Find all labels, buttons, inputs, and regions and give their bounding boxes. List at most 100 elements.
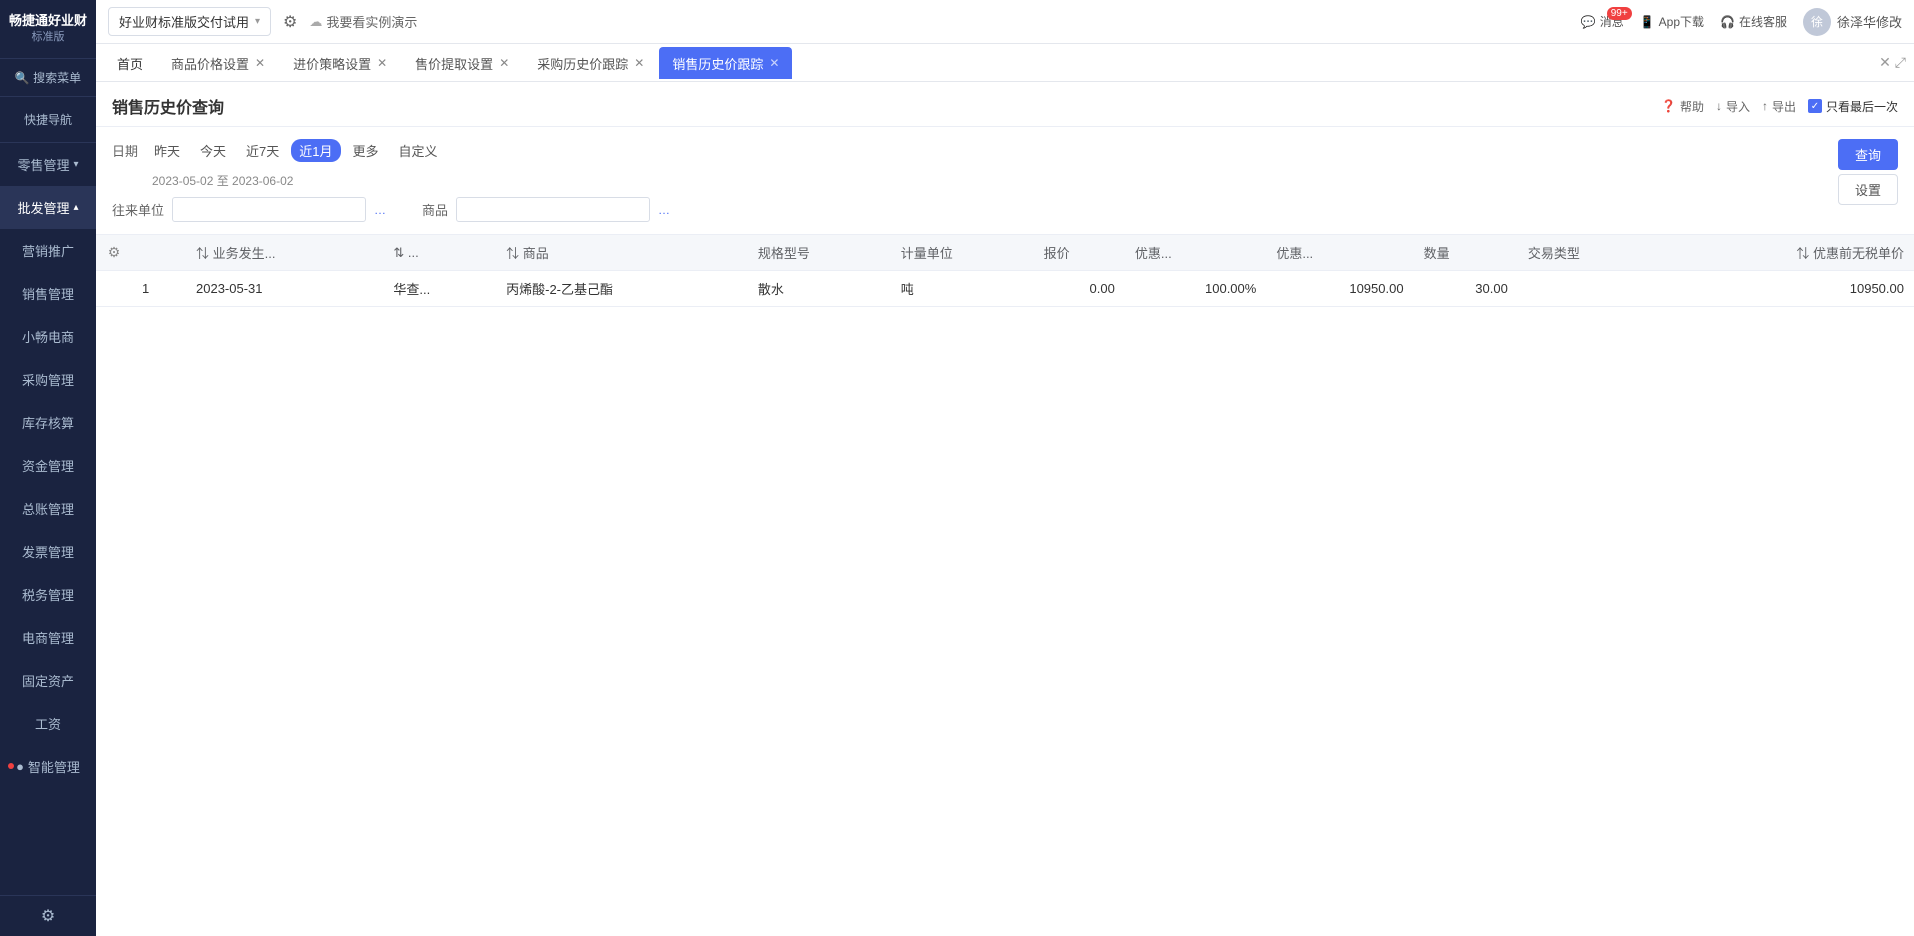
import-label: 导入 [1726,98,1750,115]
th-more[interactable]: ⇅ ... [383,235,496,271]
tab-purchase-history-label: 采购历史价跟踪 [537,54,628,73]
only-last-checkbox-group[interactable]: ✓ 只看最后一次 [1808,98,1898,115]
th-pre-tax-price: ⇅ 优惠前无税单价 [1661,235,1914,271]
td-unit: 吨 [891,271,1034,307]
tab-product-price-label: 商品价格设置 [171,54,249,73]
export-icon: ↑ [1762,99,1768,113]
wholesale-label: 批发管理 [17,198,69,217]
content-panel: 销售历史价查询 ❓ 帮助 ↓ 导入 ↑ 导出 ✓ [96,82,1914,936]
td-price: 0.00 [1034,271,1125,307]
topbar-settings-icon[interactable]: ⚙ [283,12,297,32]
module-selector[interactable]: 好业财标准版交付试用 ▾ [108,7,271,36]
tab-sale-extract-close-icon[interactable]: ✕ [499,56,509,70]
sidebar-item-wholesale[interactable]: 批发管理 ▴ [0,186,96,229]
date-opt-last1m[interactable]: 近1月 [291,139,340,162]
tab-sales-history-close-icon[interactable]: ✕ [769,56,779,70]
date-opt-yesterday[interactable]: 昨天 [146,139,188,162]
th-price-label: 报价 [1044,246,1070,261]
help-icon: ❓ [1661,99,1676,113]
mobile-icon: 📱 [1640,15,1655,29]
app-download-button[interactable]: 📱 App下载 [1640,13,1704,30]
sidebar-item-general-ledger[interactable]: 总账管理 [0,487,96,530]
app-download-label: App下载 [1659,13,1704,30]
smart-mgmt-dot: ● [16,759,24,774]
page-header-actions: ❓ 帮助 ↓ 导入 ↑ 导出 ✓ 只看最后一次 [1661,98,1898,115]
sidebar-item-capital[interactable]: 资金管理 [0,444,96,487]
messages-button[interactable]: 💬 消息 99+ [1581,13,1624,30]
payroll-label: 工资 [35,714,61,733]
th-product[interactable]: ⇅ 商品 [496,235,748,271]
sidebar-item-ecom-lite[interactable]: 小畅电商 [0,315,96,358]
tab-purchase-history[interactable]: 采购历史价跟踪 ✕ [524,47,657,79]
sidebar-item-marketing[interactable]: 营销推广 [0,229,96,272]
ecom-label: 电商管理 [22,628,74,647]
search-label: 搜索菜单 [33,71,81,85]
online-service-button[interactable]: 🎧 在线客服 [1720,13,1787,30]
help-button[interactable]: ❓ 帮助 [1661,98,1704,115]
demo-button[interactable]: ☁ 我要看实例演示 [309,12,1568,31]
column-settings-icon[interactable]: ⚙ [108,244,121,260]
date-opt-today[interactable]: 今天 [192,139,234,162]
tab-home[interactable]: 首页 [104,47,156,79]
sidebar-item-payroll[interactable]: 工资 [0,702,96,745]
sidebar-item-ecom[interactable]: 电商管理 [0,616,96,659]
source-unit-input[interactable] [172,197,366,222]
online-service-label: 在线客服 [1739,13,1787,30]
date-range-display: 2023-05-02 至 2023-06-02 [152,172,1814,189]
window-maximize-icon[interactable]: ⤢ [1895,54,1906,71]
window-close-icon[interactable]: ✕ [1879,54,1891,71]
th-index [132,235,186,271]
th-discount-pct: 优惠... [1125,235,1266,271]
tax-label: 税务管理 [22,585,74,604]
sidebar-item-retail[interactable]: 零售管理 ▾ [0,143,96,186]
table-row: 1 2023-05-31 华查... 丙烯酸-2-乙基己酯 散水 吨 0.00 … [96,271,1914,307]
tab-purchase-strategy-close-icon[interactable]: ✕ [377,56,387,70]
sidebar-item-purchase[interactable]: 采购管理 [0,358,96,401]
td-quantity: 30.00 [1414,271,1518,307]
date-opt-custom[interactable]: 自定义 [391,139,446,162]
export-button[interactable]: ↑ 导出 [1762,98,1796,115]
app-logo[interactable]: 畅捷通好业财 标准版 [0,0,96,59]
source-unit-input-group: … [172,197,390,222]
sidebar-search[interactable]: 🔍 搜索菜单 [0,59,96,97]
table-container: ⚙ ⇅ 业务发生... ⇅ ... [96,235,1914,307]
sidebar-item-tax[interactable]: 税务管理 [0,573,96,616]
product-input[interactable] [456,197,650,222]
tab-product-price-close-icon[interactable]: ✕ [255,56,265,70]
th-biz-date[interactable]: ⇅ 业务发生... [186,235,383,271]
td-discount-price: 10950.00 [1266,271,1413,307]
source-unit-more-btn[interactable]: … [370,199,390,221]
sidebar-item-inventory[interactable]: 库存核算 [0,401,96,444]
user-menu[interactable]: 徐 徐泽华修改 [1803,8,1902,36]
module-chevron-icon: ▾ [255,16,260,27]
sidebar-item-sales[interactable]: 销售管理 [0,272,96,315]
tab-sale-extract[interactable]: 售价提取设置 ✕ [402,47,522,79]
import-button[interactable]: ↓ 导入 [1716,98,1750,115]
sidebar-item-quick-nav[interactable]: 快捷导航 [0,103,96,136]
tab-purchase-strategy[interactable]: 进价策略设置 ✕ [280,47,400,79]
sidebar-item-smart-mgmt[interactable]: ● 智能管理 [0,745,96,788]
tab-sales-history[interactable]: 销售历史价跟踪 ✕ [659,47,792,79]
sidebar-item-fixed-assets[interactable]: 固定资产 [0,659,96,702]
retail-label: 零售管理 [17,155,69,174]
th-price: 报价 [1034,235,1125,271]
only-last-checkbox[interactable]: ✓ [1808,99,1822,113]
module-label: 好业财标准版交付试用 [119,12,249,31]
th-unit: 计量单位 [891,235,1034,271]
th-trade-type: 交易类型 [1518,235,1661,271]
search-button[interactable]: 查询 [1838,139,1898,170]
settings-button[interactable]: 设置 [1838,174,1898,205]
td-product: 丙烯酸-2-乙基己酯 [496,271,748,307]
product-more-btn[interactable]: … [654,199,674,221]
th-product-sort-icon: ⇅ [506,246,519,261]
date-opt-last7[interactable]: 近7天 [238,139,287,162]
date-opt-more[interactable]: 更多 [345,139,387,162]
tab-purchase-history-close-icon[interactable]: ✕ [634,56,644,70]
tab-product-price[interactable]: 商品价格设置 ✕ [158,47,278,79]
topbar-actions: 💬 消息 99+ 📱 App下载 🎧 在线客服 徐 徐泽华修改 [1581,8,1902,36]
settings-icon[interactable]: ⚙ [41,908,55,925]
th-product-label: 商品 [523,246,549,261]
sidebar-item-invoice[interactable]: 发票管理 [0,530,96,573]
only-last-label: 只看最后一次 [1826,98,1898,115]
th-discount-price-label: 优惠... [1276,246,1313,261]
